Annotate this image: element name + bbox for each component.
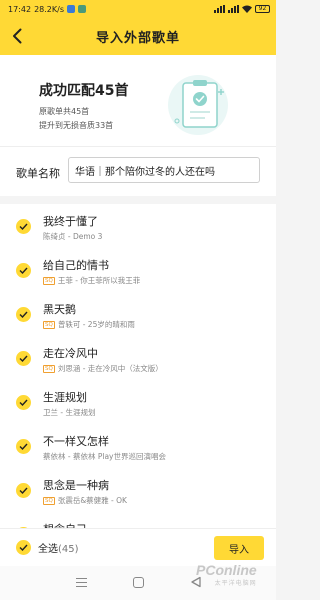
battery-level: 92 <box>258 5 267 12</box>
sq-badge: SQ <box>43 320 55 329</box>
checkbox-checked-icon[interactable] <box>16 439 31 454</box>
sq-badge: SQ <box>43 496 55 505</box>
sq-badge: SQ <box>43 276 55 285</box>
network-speed: 28.2K/s <box>34 4 64 14</box>
song-title: 走在冷风中 <box>43 347 98 360</box>
checkbox-checked-icon[interactable] <box>16 219 31 234</box>
song-title: 思念是一种病 <box>43 479 109 492</box>
checkbox-checked-icon[interactable] <box>16 307 31 322</box>
playlist-name-value: 华语｜那个陪你过冬的人还在吗 <box>75 166 215 178</box>
song-artist-row: 蔡依林 - 蔡依林 Play世界巡回演唱会 <box>43 451 166 462</box>
checkmark-icon <box>19 223 28 230</box>
original-count: 原歌单共45首 <box>39 107 90 116</box>
bottom-action-bar: 全选(45) 导入 <box>0 528 276 566</box>
checkbox-checked-icon[interactable] <box>16 395 31 410</box>
song-artist-row: SQ 张震岳&蔡健雅 - OK <box>43 495 127 506</box>
chevron-left-icon <box>13 28 22 44</box>
signal-icon-2 <box>228 5 239 13</box>
notification-app-icon-2 <box>77 5 86 13</box>
wifi-icon <box>242 5 252 13</box>
match-headline: 成功匹配45首 <box>39 83 129 99</box>
checkmark-icon <box>19 487 28 494</box>
checkbox-checked-icon[interactable] <box>16 263 31 278</box>
song-artist: 卫兰 - 生涯规划 <box>43 408 96 417</box>
home-icon[interactable] <box>133 577 144 588</box>
status-time: 17:42 <box>8 4 32 14</box>
song-item[interactable]: 给自己的情书 SQ 王菲 - 你王菲所以我王菲 <box>0 248 276 292</box>
watermark-brand: PConline <box>196 562 257 578</box>
status-bar: 17:42 28.2K/s 92 <box>0 0 276 18</box>
song-artist-row: SQ 王菲 - 你王菲所以我王菲 <box>43 275 140 286</box>
song-artist-row: 卫兰 - 生涯规划 <box>43 407 95 418</box>
checkbox-checked-icon[interactable] <box>16 540 31 555</box>
song-artist-row: 陈绮贞 - Demo 3 <box>43 231 102 242</box>
song-artist: 曾轶可 - 25岁的晴和雨 <box>57 320 135 329</box>
import-button[interactable]: 导入 <box>214 536 264 560</box>
playlist-name-input[interactable]: 华语｜那个陪你过冬的人还在吗 <box>68 157 260 183</box>
song-artist: 王菲 - 你王菲所以我王菲 <box>57 276 141 285</box>
select-all-toggle[interactable]: 全选(45) <box>16 540 79 555</box>
checkmark-icon <box>19 399 28 406</box>
select-all-label: 全选 <box>38 544 58 555</box>
notification-app-icon <box>66 5 75 13</box>
playlist-name-row: 歌单名称 华语｜那个陪你过冬的人还在吗 <box>0 146 276 196</box>
checkbox-checked-icon[interactable] <box>16 483 31 498</box>
sq-badge: SQ <box>43 364 55 373</box>
checkmark-icon <box>19 443 28 450</box>
song-list: 我终于懂了 陈绮贞 - Demo 3 给自己的情书 SQ 王菲 - 你王菲所以我王… <box>0 204 276 543</box>
song-item[interactable]: 不一样又怎样 蔡依林 - 蔡依林 Play世界巡回演唱会 <box>0 424 276 468</box>
watermark-logo: PConline 太平洋电脑网 <box>196 562 257 587</box>
song-title: 我终于懂了 <box>43 215 98 228</box>
upgrade-count: 提升到无损音质33首 <box>39 121 114 130</box>
match-summary: 成功匹配45首 原歌单共45首 提升到无损音质33首 <box>0 55 276 146</box>
song-title: 生涯规划 <box>43 391 87 404</box>
watermark-site: 太平洋电脑网 <box>214 580 257 587</box>
playlist-name-label: 歌单名称 <box>16 167 60 180</box>
song-item[interactable]: 生涯规划 卫兰 - 生涯规划 <box>0 380 276 424</box>
signal-icon <box>214 5 225 13</box>
selected-count: (45) <box>58 544 79 555</box>
song-artist: 陈绮贞 - Demo 3 <box>43 232 103 241</box>
song-artist-row: SQ 刘思涵 - 走在冷风中（法文版） <box>43 363 163 374</box>
checkmark-icon <box>19 311 28 318</box>
checkmark-icon <box>19 355 28 362</box>
song-artist: 张震岳&蔡健雅 - OK <box>57 496 127 505</box>
song-item[interactable]: 走在冷风中 SQ 刘思涵 - 走在冷风中（法文版） <box>0 336 276 380</box>
song-title: 不一样又怎样 <box>43 435 109 448</box>
back-button[interactable] <box>8 27 26 45</box>
page-header: 导入外部歌单 <box>0 18 276 55</box>
checkmark-icon <box>19 267 28 274</box>
song-title: 黑天鹅 <box>43 303 76 316</box>
song-artist: 刘思涵 - 走在冷风中（法文版） <box>57 364 163 373</box>
song-item[interactable]: 我终于懂了 陈绮贞 - Demo 3 <box>0 204 276 248</box>
page-title: 导入外部歌单 <box>95 31 180 46</box>
song-title: 给自己的情书 <box>43 259 109 272</box>
song-artist-row: SQ 曾轶可 - 25岁的晴和雨 <box>43 319 135 330</box>
song-artist: 蔡依林 - 蔡依林 Play世界巡回演唱会 <box>43 452 166 461</box>
checkbox-checked-icon[interactable] <box>16 351 31 366</box>
battery-icon: 92 <box>255 5 270 13</box>
document-check-icon <box>168 75 228 135</box>
menu-icon[interactable] <box>76 578 87 587</box>
top-bar: 17:42 28.2K/s 92 导入外部歌单 <box>0 0 276 55</box>
song-item[interactable]: 黑天鹅 SQ 曾轶可 - 25岁的晴和雨 <box>0 292 276 336</box>
checkmark-icon <box>19 544 28 551</box>
song-item[interactable]: 思念是一种病 SQ 张震岳&蔡健雅 - OK <box>0 468 276 512</box>
